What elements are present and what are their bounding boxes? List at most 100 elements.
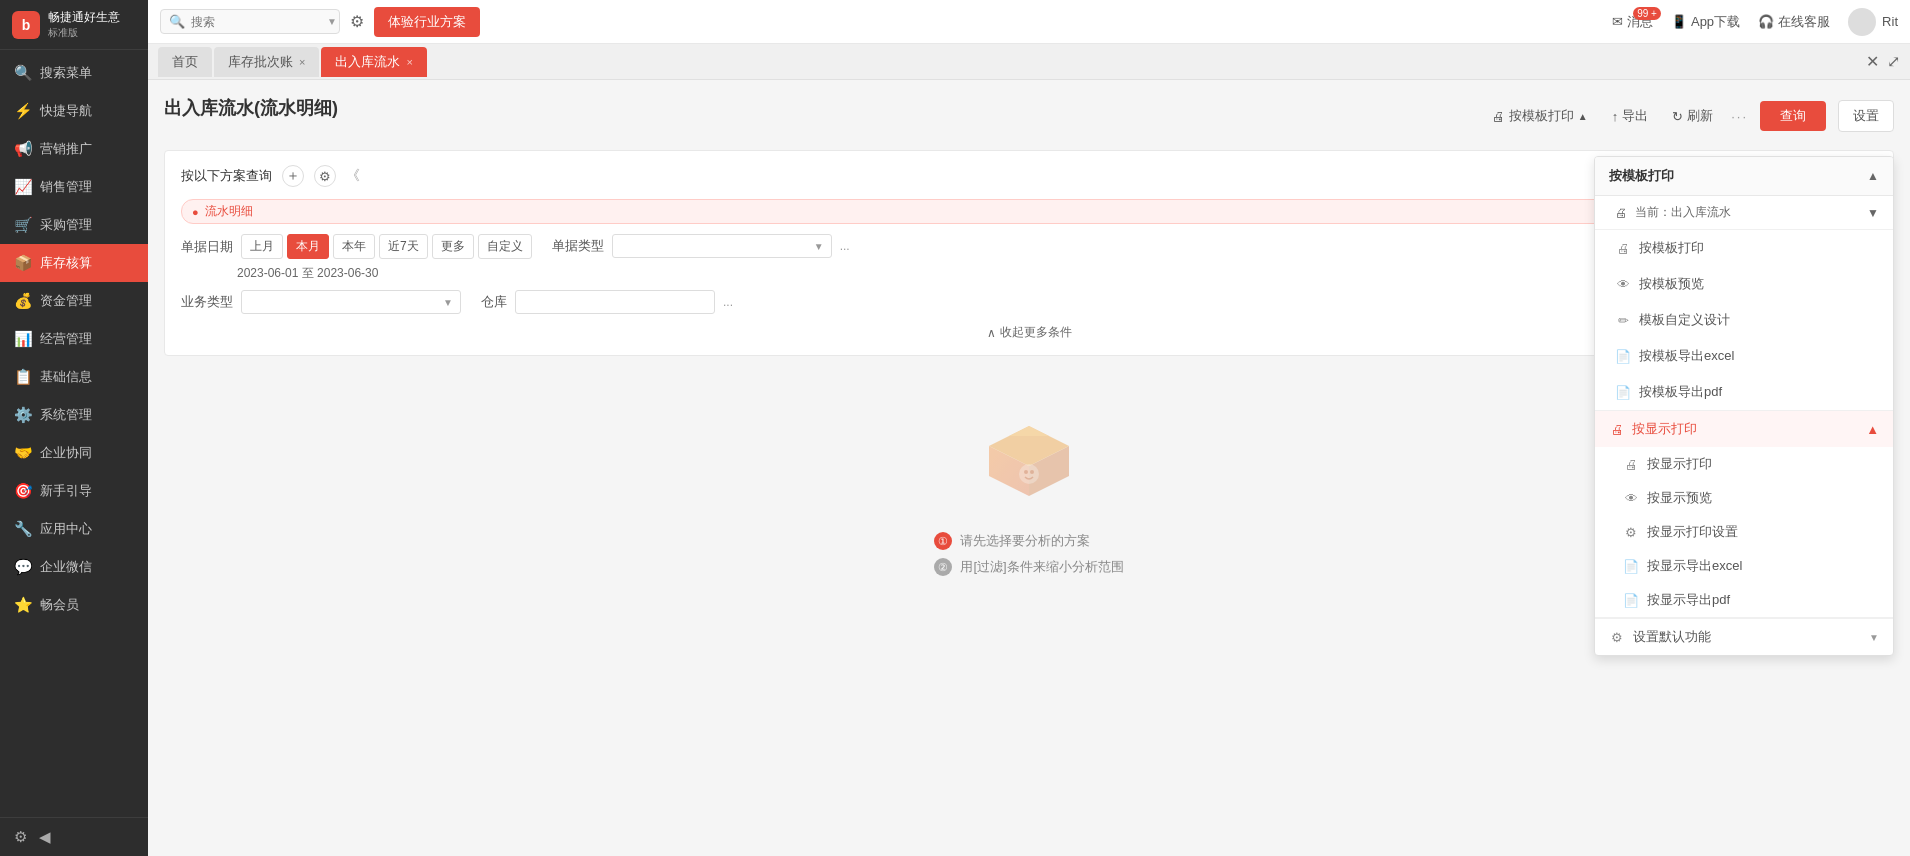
app-name: 畅捷通好生意 标准版 <box>48 9 120 40</box>
filter-setting-btn[interactable]: ⚙ <box>314 165 336 187</box>
more-actions-btn[interactable]: ··· <box>1731 109 1748 124</box>
refresh-btn[interactable]: ↻ 刷新 <box>1666 103 1719 129</box>
sidebar-item-search[interactable]: 🔍 搜索菜单 <box>0 54 148 92</box>
warehouse-more-btn[interactable]: ... <box>723 295 733 309</box>
tab-batch-close[interactable]: × <box>299 56 305 68</box>
step-2-num: ② <box>934 558 952 576</box>
sidebar-item-guide[interactable]: 🎯 新手引导 <box>0 472 148 510</box>
date-btn-current-month[interactable]: 本月 <box>287 234 329 259</box>
customer-service-btn[interactable]: 🎧 在线客服 <box>1758 13 1830 31</box>
warehouse-label: 仓库 <box>481 293 507 311</box>
finance-icon: 💰 <box>14 292 32 310</box>
template-print-icon: 🖨 <box>1615 241 1631 256</box>
dropdown-set-default[interactable]: ⚙ 设置默认功能 ▼ <box>1595 618 1893 655</box>
filter-label: 按以下方案查询 <box>181 167 272 185</box>
dropdown-template-excel[interactable]: 📄 按模板导出excel <box>1595 338 1893 374</box>
sidebar-settings-icon[interactable]: ⚙ <box>14 828 27 846</box>
date-btn-custom[interactable]: 自定义 <box>478 234 532 259</box>
tab-flow-close[interactable]: × <box>406 56 412 68</box>
date-btn-this-year[interactable]: 本年 <box>333 234 375 259</box>
sidebar-item-purchase[interactable]: 🛒 采购管理 <box>0 206 148 244</box>
dropdown-display-pdf[interactable]: 📄 按显示导出pdf <box>1595 583 1893 617</box>
dropdown-display-print[interactable]: 🖨 按显示打印 <box>1595 447 1893 481</box>
member-icon: ⭐ <box>14 596 32 614</box>
search-input[interactable] <box>191 15 321 29</box>
sidebar-item-quicknav[interactable]: ⚡ 快捷导航 <box>0 92 148 130</box>
operations-icon: 📊 <box>14 330 32 348</box>
filter-add-btn[interactable]: ＋ <box>282 165 304 187</box>
industry-btn[interactable]: 体验行业方案 <box>374 7 480 37</box>
page-actions: 🖨 按模板打印 ▲ ↑ 导出 ↻ 刷新 ··· 查询 设置 <box>1486 100 1894 132</box>
app-download-btn[interactable]: 📱 App下载 <box>1671 13 1740 31</box>
sidebar-item-inventory[interactable]: 📦 库存核算 <box>0 244 148 282</box>
sidebar-item-operations[interactable]: 📊 经营管理 <box>0 320 148 358</box>
current-template-icon: 🖨 <box>1615 206 1627 220</box>
step-1-num: ① <box>934 532 952 550</box>
dropdown-collapse-arrow[interactable]: ▲ <box>1867 169 1879 183</box>
window-close-icon[interactable]: ✕ <box>1866 52 1879 71</box>
dropdown-display-settings[interactable]: ⚙ 按显示打印设置 <box>1595 515 1893 549</box>
dropdown-template-preview[interactable]: 👁 按模板预览 <box>1595 266 1893 302</box>
date-btn-more[interactable]: 更多 <box>432 234 474 259</box>
page-title: 出入库流水(流水明细) <box>164 96 338 120</box>
message-icon: ✉ <box>1612 14 1623 29</box>
sidebar-item-enterprise[interactable]: 🤝 企业协同 <box>0 434 148 472</box>
date-field: 单据日期 上月 本月 本年 近7天 更多 自定义 <box>181 234 532 259</box>
dropdown-template-print[interactable]: 🖨 按模板打印 <box>1595 230 1893 266</box>
print-icon: 🖨 <box>1492 109 1505 124</box>
sidebar-item-sales[interactable]: 📈 销售管理 <box>0 168 148 206</box>
date-btn-last-month[interactable]: 上月 <box>241 234 283 259</box>
biz-type-select[interactable] <box>241 290 461 314</box>
wechat-icon: 💬 <box>14 558 32 576</box>
search-dropdown-arrow: ▼ <box>327 16 337 27</box>
svg-point-5 <box>1024 470 1028 474</box>
display-print-icon: 🖨 <box>1623 457 1639 472</box>
collapse-arrow-icon: ∧ <box>987 326 996 340</box>
dropdown-display-section[interactable]: 🖨 按显示打印 ▲ <box>1595 411 1893 447</box>
window-maximize-icon[interactable]: ⤢ <box>1887 52 1900 71</box>
sidebar-collapse-icon[interactable]: ◀ <box>39 828 51 846</box>
system-icon: ⚙️ <box>14 406 32 424</box>
topbar: 🔍 ▼ ⚙ 体验行业方案 ✉ 消息 99 + 📱 App下载 🎧 在线客服 R <box>148 0 1910 44</box>
settings-btn[interactable]: 设置 <box>1838 100 1894 132</box>
query-btn[interactable]: 查询 <box>1760 101 1826 131</box>
sidebar-item-marketing[interactable]: 📢 营销推广 <box>0 130 148 168</box>
display-preview-icon: 👁 <box>1623 491 1639 506</box>
guide-icon: 🎯 <box>14 482 32 500</box>
export-btn[interactable]: ↑ 导出 <box>1606 103 1655 129</box>
tab-home[interactable]: 首页 <box>158 47 212 77</box>
sidebar-item-wechat[interactable]: 💬 企业微信 <box>0 548 148 586</box>
display-excel-icon: 📄 <box>1623 559 1639 574</box>
doc-type-more-btn[interactable]: ... <box>840 239 850 253</box>
sidebar-item-basic[interactable]: 📋 基础信息 <box>0 358 148 396</box>
search-icon: 🔍 <box>14 64 32 82</box>
logo-icon: b <box>12 11 40 39</box>
topbar-right: ✉ 消息 99 + 📱 App下载 🎧 在线客服 Rit <box>1612 8 1898 36</box>
dropdown-template-pdf[interactable]: 📄 按模板导出pdf <box>1595 374 1893 410</box>
date-btn-last-7[interactable]: 近7天 <box>379 234 428 259</box>
quicknav-icon: ⚡ <box>14 102 32 120</box>
tab-batch[interactable]: 库存批次账 × <box>214 47 319 77</box>
user-avatar-btn[interactable]: Rit <box>1848 8 1898 36</box>
inventory-icon: 📦 <box>14 254 32 272</box>
doc-type-select-wrapper: ▼ <box>612 234 832 258</box>
sidebar-item-member[interactable]: ⭐ 畅会员 <box>0 586 148 624</box>
notification-btn[interactable]: ✉ 消息 99 + <box>1612 13 1653 31</box>
dropdown-display-preview[interactable]: 👁 按显示预览 <box>1595 481 1893 515</box>
sidebar-item-system[interactable]: ⚙️ 系统管理 <box>0 396 148 434</box>
empty-steps: ① 请先选择要分析的方案 ② 用[过滤]条件来缩小分析范围 <box>934 532 1123 576</box>
print-template-btn[interactable]: 🖨 按模板打印 ▲ <box>1486 103 1594 129</box>
dropdown-header: 按模板打印 ▲ <box>1595 157 1893 196</box>
dropdown-display-excel[interactable]: 📄 按显示导出excel <box>1595 549 1893 583</box>
search-box[interactable]: 🔍 ▼ <box>160 9 340 34</box>
warehouse-input[interactable] <box>515 290 715 314</box>
filter-collapse-toggle[interactable]: 《 <box>346 167 360 185</box>
sidebar-item-finance[interactable]: 💰 资金管理 <box>0 282 148 320</box>
doc-type-select[interactable] <box>612 234 832 258</box>
topbar-gear-icon[interactable]: ⚙ <box>350 12 364 31</box>
tab-flow[interactable]: 出入库流水 × <box>321 47 426 77</box>
dropdown-template-custom[interactable]: ✏ 模板自定义设计 <box>1595 302 1893 338</box>
filter-tag-icon: ● <box>192 206 199 218</box>
template-excel-icon: 📄 <box>1615 349 1631 364</box>
sidebar-item-appstore[interactable]: 🔧 应用中心 <box>0 510 148 548</box>
